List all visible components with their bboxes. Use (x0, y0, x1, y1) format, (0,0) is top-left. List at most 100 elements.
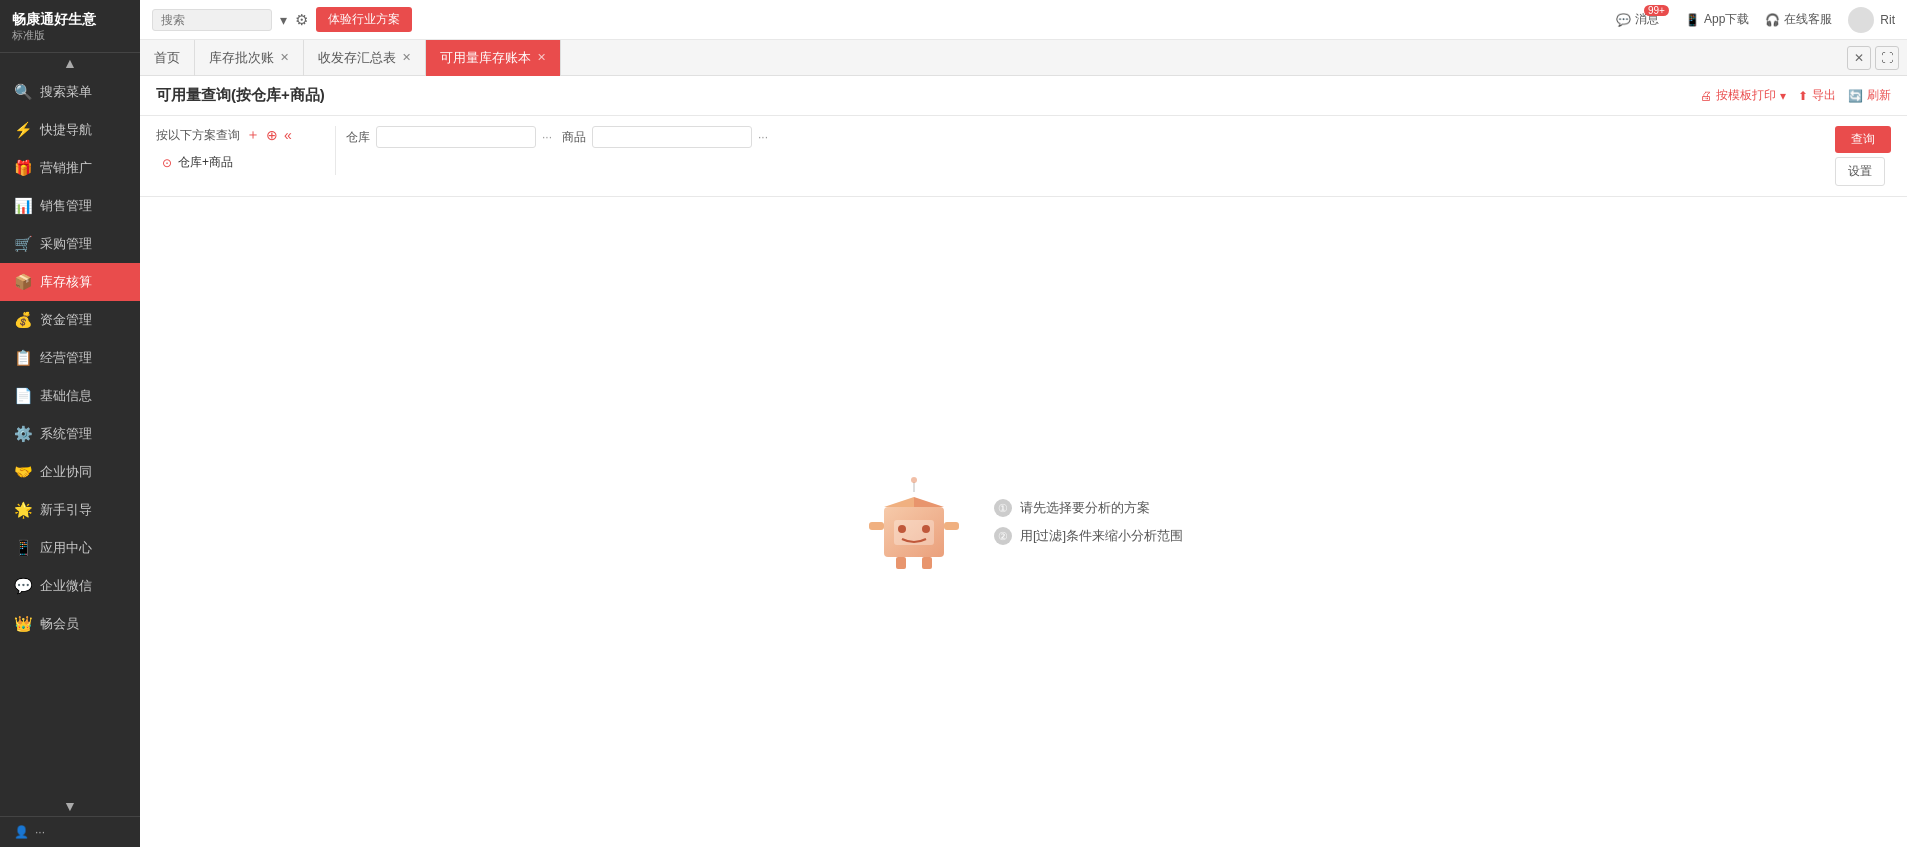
tab-close-icon[interactable]: ✕ (402, 51, 411, 64)
sidebar-item-inventory[interactable]: 📦 库存核算 (0, 263, 140, 301)
sidebar-item-search[interactable]: 🔍 搜索菜单 (0, 73, 140, 111)
empty-step-2: ② 用[过滤]条件来缩小分析范围 (994, 527, 1183, 545)
maximize-button[interactable]: ⛶ (1875, 46, 1899, 70)
main-content: ▾ ⚙ 体验行业方案 💬 消息 99+ 📱 App下载 🎧 在线客服 Rit (140, 0, 1907, 847)
sidebar-user-area[interactable]: 👤 ··· (0, 816, 140, 847)
message-icon: 💬 (1616, 13, 1631, 27)
empty-state: ① 请先选择要分析的方案 ② 用[过滤]条件来缩小分析范围 (140, 197, 1907, 847)
topbar-search-input[interactable] (152, 9, 272, 31)
dropdown-icon: ▾ (1780, 89, 1786, 103)
tab-label: 可用量库存账本 (440, 49, 531, 67)
search-icon: 🔍 (14, 83, 32, 101)
sidebar-item-marketing[interactable]: 🎁 营销推广 (0, 149, 140, 187)
svg-point-11 (911, 477, 917, 483)
app-download-label: App下载 (1704, 11, 1749, 28)
setting-button[interactable]: 设置 (1835, 157, 1885, 186)
svg-rect-8 (869, 522, 884, 530)
collapse-scheme-button[interactable]: « (284, 127, 292, 143)
gear-icon: ⚙️ (14, 425, 32, 443)
handshake-icon: 🤝 (14, 463, 32, 481)
step-number-2: ② (994, 527, 1012, 545)
product-more-icon[interactable]: ··· (758, 130, 768, 144)
app-download-link[interactable]: 📱 App下载 (1685, 11, 1749, 28)
sidebar-item-cooperation[interactable]: 🤝 企业协同 (0, 453, 140, 491)
download-icon: 📱 (1685, 13, 1700, 27)
tab-available-ledger[interactable]: 可用量库存账本 ✕ (426, 40, 561, 76)
message-count: 99+ (1644, 5, 1669, 16)
sidebar-item-label: 新手引导 (40, 501, 92, 519)
sidebar-item-operations[interactable]: 📋 经营管理 (0, 339, 140, 377)
sidebar-item-label: 企业协同 (40, 463, 92, 481)
sidebar-item-basic-info[interactable]: 📄 基础信息 (0, 377, 140, 415)
sidebar-item-label: 应用中心 (40, 539, 92, 557)
add-scheme-button[interactable]: ＋ (246, 126, 260, 144)
chart-icon: 📊 (14, 197, 32, 215)
industry-solution-button[interactable]: 体验行业方案 (316, 7, 412, 32)
lightning-icon: ⚡ (14, 121, 32, 139)
sidebar-item-guide[interactable]: 🌟 新手引导 (0, 491, 140, 529)
dropdown-arrow-button[interactable]: ▾ (280, 12, 287, 28)
sidebar-item-app-center[interactable]: 📱 应用中心 (0, 529, 140, 567)
crown-icon: 👑 (14, 615, 32, 633)
sidebar-item-label: 畅会员 (40, 615, 79, 633)
filter-fields: 仓库 ··· 商品 ··· (346, 126, 1825, 148)
close-tab-button[interactable]: ✕ (1847, 46, 1871, 70)
warehouse-input[interactable] (376, 126, 536, 148)
sidebar-item-purchase[interactable]: 🛒 采购管理 (0, 225, 140, 263)
tab-batch-account[interactable]: 库存批次账 ✕ (195, 40, 304, 76)
sidebar-username: ··· (35, 825, 45, 839)
tab-close-icon[interactable]: ✕ (280, 51, 289, 64)
message-badge[interactable]: 💬 消息 99+ (1616, 11, 1659, 28)
sidebar-item-label: 快捷导航 (40, 121, 92, 139)
refresh-button[interactable]: 🔄 刷新 (1848, 87, 1891, 104)
export-icon: ⬆ (1798, 89, 1808, 103)
warehouse-more-icon[interactable]: ··· (542, 130, 552, 144)
online-service-label: 在线客服 (1784, 11, 1832, 28)
sidebar-item-label: 基础信息 (40, 387, 92, 405)
sidebar-item-wechat[interactable]: 💬 企业微信 (0, 567, 140, 605)
sidebar-scroll-down[interactable]: ▼ (0, 796, 140, 816)
sidebar-item-system[interactable]: ⚙️ 系统管理 (0, 415, 140, 453)
money-icon: 💰 (14, 311, 32, 329)
sidebar-item-label: 资金管理 (40, 311, 92, 329)
product-input[interactable] (592, 126, 752, 148)
export-button[interactable]: ⬆ 导出 (1798, 87, 1836, 104)
tab-home[interactable]: 首页 (140, 40, 195, 76)
svg-rect-6 (896, 557, 906, 569)
sidebar-item-sales[interactable]: 📊 销售管理 (0, 187, 140, 225)
page-title: 可用量查询(按仓库+商品) (156, 86, 325, 105)
tab-label: 收发存汇总表 (318, 49, 396, 67)
scheme-item-label: 仓库+商品 (178, 154, 233, 171)
empty-instructions: ① 请先选择要分析的方案 ② 用[过滤]条件来缩小分析范围 (994, 499, 1183, 545)
sidebar-item-member[interactable]: 👑 畅会员 (0, 605, 140, 643)
tab-close-icon[interactable]: ✕ (537, 51, 546, 64)
sidebar-item-label: 系统管理 (40, 425, 92, 443)
step-1-text: 请先选择要分析的方案 (1020, 499, 1150, 517)
scheme-warehouse-product[interactable]: ⊙ 仓库+商品 (156, 150, 325, 175)
app-logo: 畅康通好生意 标准版 (0, 0, 140, 53)
user-menu[interactable]: Rit (1848, 7, 1895, 33)
scheme-title-text: 按以下方案查询 (156, 127, 240, 144)
scheme-settings-button[interactable]: ⊕ (266, 127, 278, 143)
query-button[interactable]: 查询 (1835, 126, 1891, 153)
online-service-link[interactable]: 🎧 在线客服 (1765, 11, 1832, 28)
svg-marker-2 (914, 497, 944, 507)
settings-icon[interactable]: ⚙ (295, 11, 308, 29)
sidebar-item-finance[interactable]: 💰 资金管理 (0, 301, 140, 339)
print-button[interactable]: 🖨 按模板打印 ▾ (1700, 87, 1786, 104)
tab-receive-summary[interactable]: 收发存汇总表 ✕ (304, 40, 426, 76)
doc-icon: 📄 (14, 387, 32, 405)
sidebar-item-shortcut[interactable]: ⚡ 快捷导航 (0, 111, 140, 149)
box-icon: 📦 (14, 273, 32, 291)
tab-controls: ✕ ⛶ (1847, 46, 1907, 70)
topbar: ▾ ⚙ 体验行业方案 💬 消息 99+ 📱 App下载 🎧 在线客服 Rit (140, 0, 1907, 40)
print-label: 按模板打印 (1716, 87, 1776, 104)
username-display: Rit (1880, 13, 1895, 27)
refresh-label: 刷新 (1867, 87, 1891, 104)
product-filter-field: 商品 ··· (562, 126, 768, 148)
sidebar-scroll-up[interactable]: ▲ (0, 53, 140, 73)
refresh-icon: 🔄 (1848, 89, 1863, 103)
page-header: 可用量查询(按仓库+商品) 🖨 按模板打印 ▾ ⬆ 导出 🔄 刷新 (140, 76, 1907, 116)
empty-illustration (864, 472, 964, 572)
sidebar-item-label: 经营管理 (40, 349, 92, 367)
